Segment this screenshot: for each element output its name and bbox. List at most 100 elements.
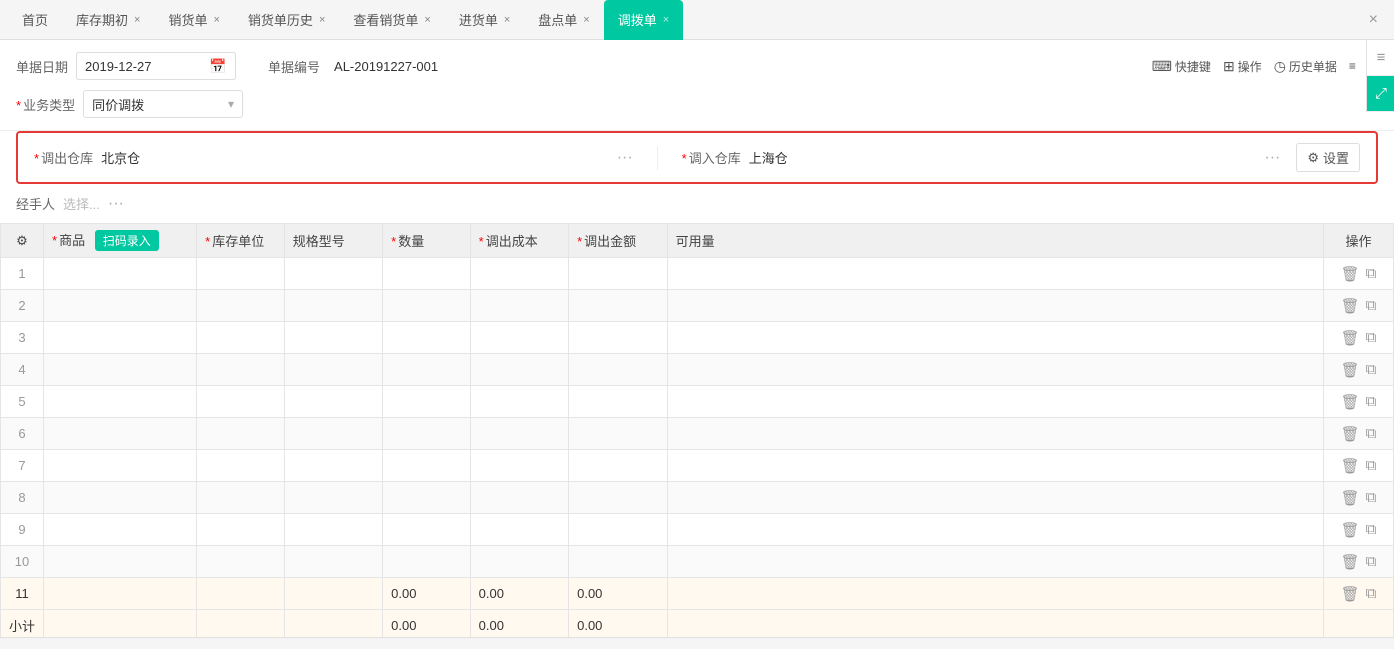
cell-qty-5[interactable] (383, 386, 471, 418)
delete-icon-10[interactable]: 🗑 (1341, 553, 1360, 571)
cell-spec-6[interactable] (284, 418, 382, 450)
cell-amount-8[interactable] (569, 482, 667, 514)
cell-qty-4[interactable] (383, 354, 471, 386)
cell-amount-3[interactable] (569, 322, 667, 354)
cell-cost-9[interactable] (470, 514, 568, 546)
cell-amount-7[interactable] (569, 450, 667, 482)
cell-cost-5[interactable] (470, 386, 568, 418)
copy-icon-6[interactable]: ⧉ (1366, 425, 1377, 442)
cell-product-6[interactable] (44, 418, 197, 450)
operation-btn[interactable]: ⊞ 操作 (1223, 58, 1262, 75)
cell-spec-1[interactable] (284, 258, 382, 290)
cell-qty-9[interactable] (383, 514, 471, 546)
cell-unit-6[interactable] (197, 418, 285, 450)
tab-close-purchase[interactable]: × (504, 14, 510, 26)
cell-product-3[interactable] (44, 322, 197, 354)
settings-button[interactable]: ⚙ 设置 (1296, 143, 1360, 172)
cell-amount-10[interactable] (569, 546, 667, 578)
cell-spec-5[interactable] (284, 386, 382, 418)
cell-spec-11[interactable] (284, 578, 382, 610)
cell-available-5[interactable] (667, 386, 1323, 418)
tab-inventory-count[interactable]: 盘点单 × (524, 0, 603, 40)
delete-icon-5[interactable]: 🗑 (1341, 393, 1360, 411)
agent-more-btn[interactable]: ··· (108, 195, 124, 213)
copy-icon-11[interactable]: ⧉ (1366, 585, 1377, 602)
date-input[interactable] (85, 59, 205, 74)
cell-available-4[interactable] (667, 354, 1323, 386)
cell-qty-3[interactable] (383, 322, 471, 354)
cell-spec-10[interactable] (284, 546, 382, 578)
cell-amount-1[interactable] (569, 258, 667, 290)
delete-icon-11[interactable]: 🗑 (1341, 585, 1360, 603)
copy-icon-7[interactable]: ⧉ (1366, 457, 1377, 474)
cell-cost-3[interactable] (470, 322, 568, 354)
cell-qty-8[interactable] (383, 482, 471, 514)
copy-icon-2[interactable]: ⧉ (1366, 297, 1377, 314)
warehouse-in-more-btn[interactable]: ··· (1264, 149, 1280, 167)
cell-spec-9[interactable] (284, 514, 382, 546)
delete-icon-6[interactable]: 🗑 (1341, 425, 1360, 443)
tab-transfer[interactable]: 调拨单 × (604, 0, 683, 40)
cell-available-6[interactable] (667, 418, 1323, 450)
cell-available-2[interactable] (667, 290, 1323, 322)
date-input-box[interactable]: 📅 (76, 52, 236, 80)
cell-cost-7[interactable] (470, 450, 568, 482)
delete-icon-2[interactable]: 🗑 (1341, 297, 1360, 315)
cell-qty-2[interactable] (383, 290, 471, 322)
cell-product-10[interactable] (44, 546, 197, 578)
shortcut-btn[interactable]: ⌨ 快捷键 (1152, 58, 1211, 75)
cell-amount-5[interactable] (569, 386, 667, 418)
cell-amount-6[interactable] (569, 418, 667, 450)
delete-icon-8[interactable]: 🗑 (1341, 489, 1360, 507)
cell-cost-6[interactable] (470, 418, 568, 450)
cell-qty-6[interactable] (383, 418, 471, 450)
cell-available-3[interactable] (667, 322, 1323, 354)
cell-spec-3[interactable] (284, 322, 382, 354)
cell-product-5[interactable] (44, 386, 197, 418)
copy-icon-8[interactable]: ⧉ (1366, 489, 1377, 506)
tab-view-sales[interactable]: 查看销货单 × (339, 0, 444, 40)
copy-icon-4[interactable]: ⧉ (1366, 361, 1377, 378)
cell-product-1[interactable] (44, 258, 197, 290)
cell-unit-11[interactable] (197, 578, 285, 610)
calendar-icon[interactable]: 📅 (209, 58, 226, 75)
tab-close-inventory-init[interactable]: × (134, 14, 140, 26)
cell-available-7[interactable] (667, 450, 1323, 482)
window-close-button[interactable]: × (1361, 11, 1386, 29)
cell-product-8[interactable] (44, 482, 197, 514)
cell-cost-10[interactable] (470, 546, 568, 578)
cell-spec-4[interactable] (284, 354, 382, 386)
delete-icon-3[interactable]: 🗑 (1341, 329, 1360, 347)
cell-unit-10[interactable] (197, 546, 285, 578)
tab-close-sales-order[interactable]: × (213, 14, 219, 26)
gear-icon[interactable]: ⚙ (16, 233, 28, 248)
cell-qty-7[interactable] (383, 450, 471, 482)
cell-product-11[interactable] (44, 578, 197, 610)
side-expand-btn[interactable]: ⤢ (1367, 76, 1394, 112)
layout-list-btn[interactable]: ≡ (1349, 59, 1356, 73)
copy-icon-10[interactable]: ⧉ (1366, 553, 1377, 570)
tab-close-view-sales[interactable]: × (424, 14, 430, 26)
cell-product-7[interactable] (44, 450, 197, 482)
cell-amount-2[interactable] (569, 290, 667, 322)
cell-available-10[interactable] (667, 546, 1323, 578)
scan-btn[interactable]: 扫码录入 (95, 230, 159, 251)
cell-available-9[interactable] (667, 514, 1323, 546)
scrollbar-area[interactable] (0, 637, 1394, 649)
cell-unit-9[interactable] (197, 514, 285, 546)
cell-available-11[interactable] (667, 578, 1323, 610)
delete-icon-1[interactable]: 🗑 (1341, 265, 1360, 283)
copy-icon-3[interactable]: ⧉ (1366, 329, 1377, 346)
cell-available-8[interactable] (667, 482, 1323, 514)
cell-product-4[interactable] (44, 354, 197, 386)
cell-unit-1[interactable] (197, 258, 285, 290)
copy-icon-5[interactable]: ⧉ (1366, 393, 1377, 410)
cell-product-9[interactable] (44, 514, 197, 546)
agent-select[interactable]: 选择... (63, 194, 100, 213)
tab-close-transfer[interactable]: × (663, 14, 669, 26)
delete-icon-7[interactable]: 🗑 (1341, 457, 1360, 475)
cell-available-1[interactable] (667, 258, 1323, 290)
cell-cost-8[interactable] (470, 482, 568, 514)
delete-icon-9[interactable]: 🗑 (1341, 521, 1360, 539)
copy-icon-1[interactable]: ⧉ (1366, 265, 1377, 282)
